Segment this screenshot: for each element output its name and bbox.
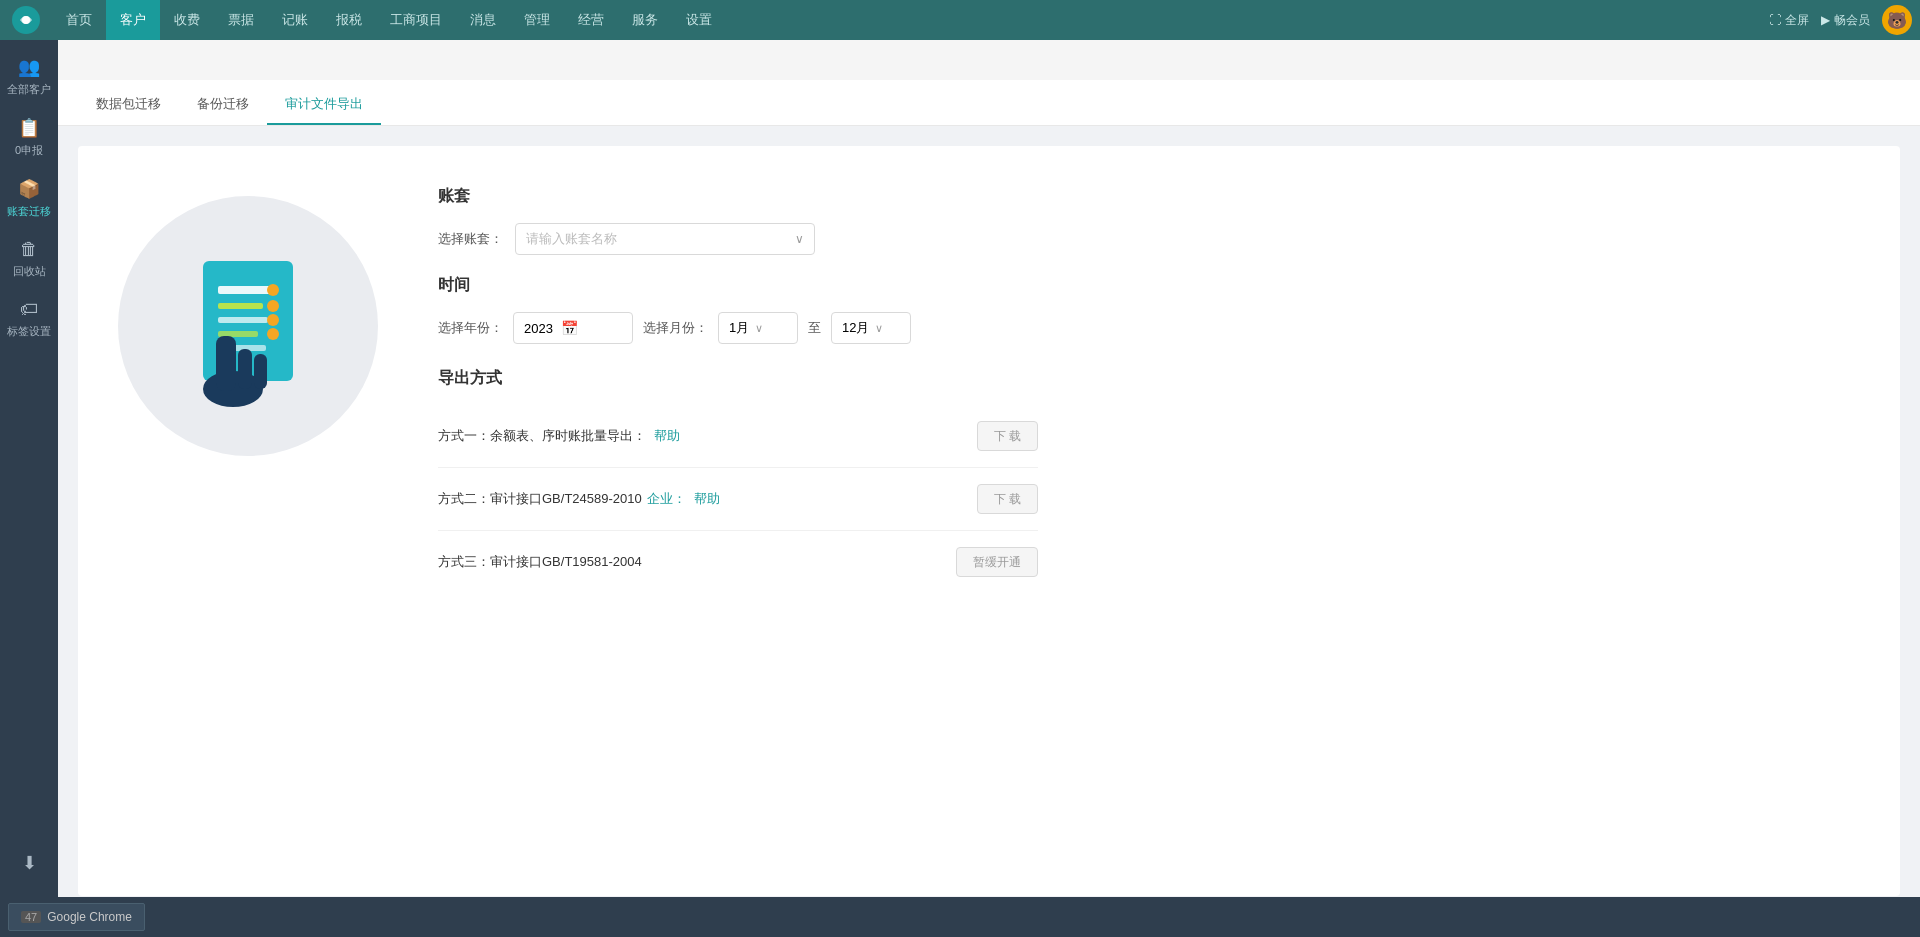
content-area: 账套 选择账套： 请输入账套名称 ∨ 时间 选择年份： 2023 📅 选择月份： xyxy=(78,146,1900,896)
svg-point-11 xyxy=(267,328,279,340)
taskbar-label: Google Chrome xyxy=(47,910,132,924)
user-avatar[interactable]: 🐻 xyxy=(1882,5,1912,35)
sidebar-item-tag-settings[interactable]: 🏷 标签设置 xyxy=(2,291,56,347)
account-migration-icon: 📦 xyxy=(18,178,40,200)
method3-pending-button[interactable]: 暂缓开通 xyxy=(956,547,1038,577)
time-row: 选择年份： 2023 📅 选择月份： 1月 ∨ 至 12月 ∨ xyxy=(438,312,1038,344)
account-select-input[interactable]: 请输入账套名称 ∨ xyxy=(515,223,815,255)
top-navigation: 首页 客户 收费 票据 记账 报税 工商项目 消息 管理 经营 服务 设置 ⛶ … xyxy=(0,0,1920,40)
fullscreen-button[interactable]: ⛶ 全屏 xyxy=(1769,12,1809,29)
tab-backup-migration[interactable]: 备份迁移 xyxy=(179,83,267,125)
nav-fee[interactable]: 收费 xyxy=(160,0,214,40)
sidebar-item-zero-filing[interactable]: 📋 0申报 xyxy=(2,109,56,166)
nav-client[interactable]: 客户 xyxy=(106,0,160,40)
account-select-row: 选择账套： 请输入账套名称 ∨ xyxy=(438,223,1038,255)
fullscreen-icon: ⛶ xyxy=(1769,13,1781,27)
svg-rect-3 xyxy=(218,286,273,294)
svg-point-1 xyxy=(22,16,30,24)
illustration xyxy=(118,196,378,456)
main-content: 数据包迁移 备份迁移 审计文件导出 xyxy=(58,80,1920,937)
app-logo[interactable] xyxy=(8,2,44,38)
export-section-title: 导出方式 xyxy=(438,368,1038,389)
svg-point-8 xyxy=(267,284,279,296)
nav-account[interactable]: 记账 xyxy=(268,0,322,40)
month-end-chevron: ∨ xyxy=(875,322,883,335)
account-select-label: 选择账套： xyxy=(438,230,503,248)
svg-point-9 xyxy=(267,300,279,312)
nav-operation[interactable]: 经营 xyxy=(564,0,618,40)
taskbar: 47 Google Chrome xyxy=(0,897,1920,937)
nav-service[interactable]: 服务 xyxy=(618,0,672,40)
month-end-select[interactable]: 12月 ∨ xyxy=(831,312,911,344)
sidebar-item-recycle[interactable]: 🗑 回收站 xyxy=(2,231,56,287)
method1-help-link[interactable]: 帮助 xyxy=(654,428,680,443)
nav-settings[interactable]: 设置 xyxy=(672,0,726,40)
month-start-chevron: ∨ xyxy=(755,322,763,335)
sidebar-item-account-migration[interactable]: 📦 账套迁移 xyxy=(2,170,56,227)
left-sidebar: 👥 全部客户 📋 0申报 📦 账套迁移 🗑 回收站 🏷 标签设置 ⬇ ❓ xyxy=(0,40,58,937)
month-end-value: 12月 xyxy=(842,319,869,337)
form-area: 账套 选择账套： 请输入账套名称 ∨ 时间 选择年份： 2023 📅 选择月份： xyxy=(438,176,1038,593)
taskbar-number: 47 xyxy=(21,911,41,923)
nav-business[interactable]: 工商项目 xyxy=(376,0,456,40)
tabs-bar: 数据包迁移 备份迁移 审计文件导出 xyxy=(58,80,1920,126)
method3-text: 方式三：审计接口GB/T19581-2004 xyxy=(438,553,642,571)
sidebar-download-icon[interactable]: ⬇ xyxy=(11,845,47,881)
nav-manage[interactable]: 管理 xyxy=(510,0,564,40)
method2-help-link[interactable]: 帮助 xyxy=(694,491,720,506)
svg-rect-14 xyxy=(238,349,252,389)
svg-rect-15 xyxy=(254,354,267,389)
nav-home[interactable]: 首页 xyxy=(52,0,106,40)
svg-rect-13 xyxy=(216,336,236,391)
method1-text: 方式一：余额表、序时账批量导出： 帮助 xyxy=(438,427,680,445)
account-chevron-icon: ∨ xyxy=(795,232,804,246)
year-value: 2023 xyxy=(524,321,553,336)
account-section-title: 账套 xyxy=(438,186,1038,207)
export-section: 导出方式 方式一：余额表、序时账批量导出： 帮助 下 载 方式二：审计接口GB/… xyxy=(438,368,1038,593)
export-method-1: 方式一：余额表、序时账批量导出： 帮助 下 载 xyxy=(438,405,1038,468)
vip-icon: ▶ xyxy=(1821,13,1830,27)
tab-data-migration[interactable]: 数据包迁移 xyxy=(78,83,179,125)
method2-company-link[interactable]: 企业： xyxy=(647,491,686,506)
export-method-2: 方式二：审计接口GB/T24589-2010 企业： 帮助 下 载 xyxy=(438,468,1038,531)
to-separator: 至 xyxy=(808,319,821,337)
taskbar-chrome[interactable]: 47 Google Chrome xyxy=(8,903,145,931)
account-placeholder: 请输入账套名称 xyxy=(526,230,617,248)
time-section: 时间 选择年份： 2023 📅 选择月份： 1月 ∨ 至 12月 xyxy=(438,275,1038,344)
nav-invoice[interactable]: 票据 xyxy=(214,0,268,40)
time-section-title: 时间 xyxy=(438,275,1038,296)
calendar-icon: 📅 xyxy=(561,320,578,336)
export-method-3: 方式三：审计接口GB/T19581-2004 暂缓开通 xyxy=(438,531,1038,593)
svg-rect-4 xyxy=(218,303,263,309)
vip-button[interactable]: ▶ 畅会员 xyxy=(1821,12,1870,29)
method1-download-button[interactable]: 下 载 xyxy=(977,421,1038,451)
recycle-icon: 🗑 xyxy=(20,239,38,260)
month-start-select[interactable]: 1月 ∨ xyxy=(718,312,798,344)
sidebar-item-all-clients[interactable]: 👥 全部客户 xyxy=(2,48,56,105)
all-clients-icon: 👥 xyxy=(18,56,40,78)
year-label: 选择年份： xyxy=(438,319,503,337)
month-start-value: 1月 xyxy=(729,319,749,337)
nav-tax[interactable]: 报税 xyxy=(322,0,376,40)
svg-point-10 xyxy=(267,314,279,326)
top-nav-right: ⛶ 全屏 ▶ 畅会员 🐻 xyxy=(1769,5,1912,35)
nav-menu: 首页 客户 收费 票据 记账 报税 工商项目 消息 管理 经营 服务 设置 xyxy=(52,0,1769,40)
tab-audit-export[interactable]: 审计文件导出 xyxy=(267,83,381,125)
zero-filing-icon: 📋 xyxy=(18,117,40,139)
method2-text: 方式二：审计接口GB/T24589-2010 企业： 帮助 xyxy=(438,490,720,508)
year-input[interactable]: 2023 📅 xyxy=(513,312,633,344)
svg-rect-5 xyxy=(218,317,268,323)
nav-message[interactable]: 消息 xyxy=(456,0,510,40)
method2-download-button[interactable]: 下 载 xyxy=(977,484,1038,514)
tag-settings-icon: 🏷 xyxy=(20,299,38,320)
month-label: 选择月份： xyxy=(643,319,708,337)
